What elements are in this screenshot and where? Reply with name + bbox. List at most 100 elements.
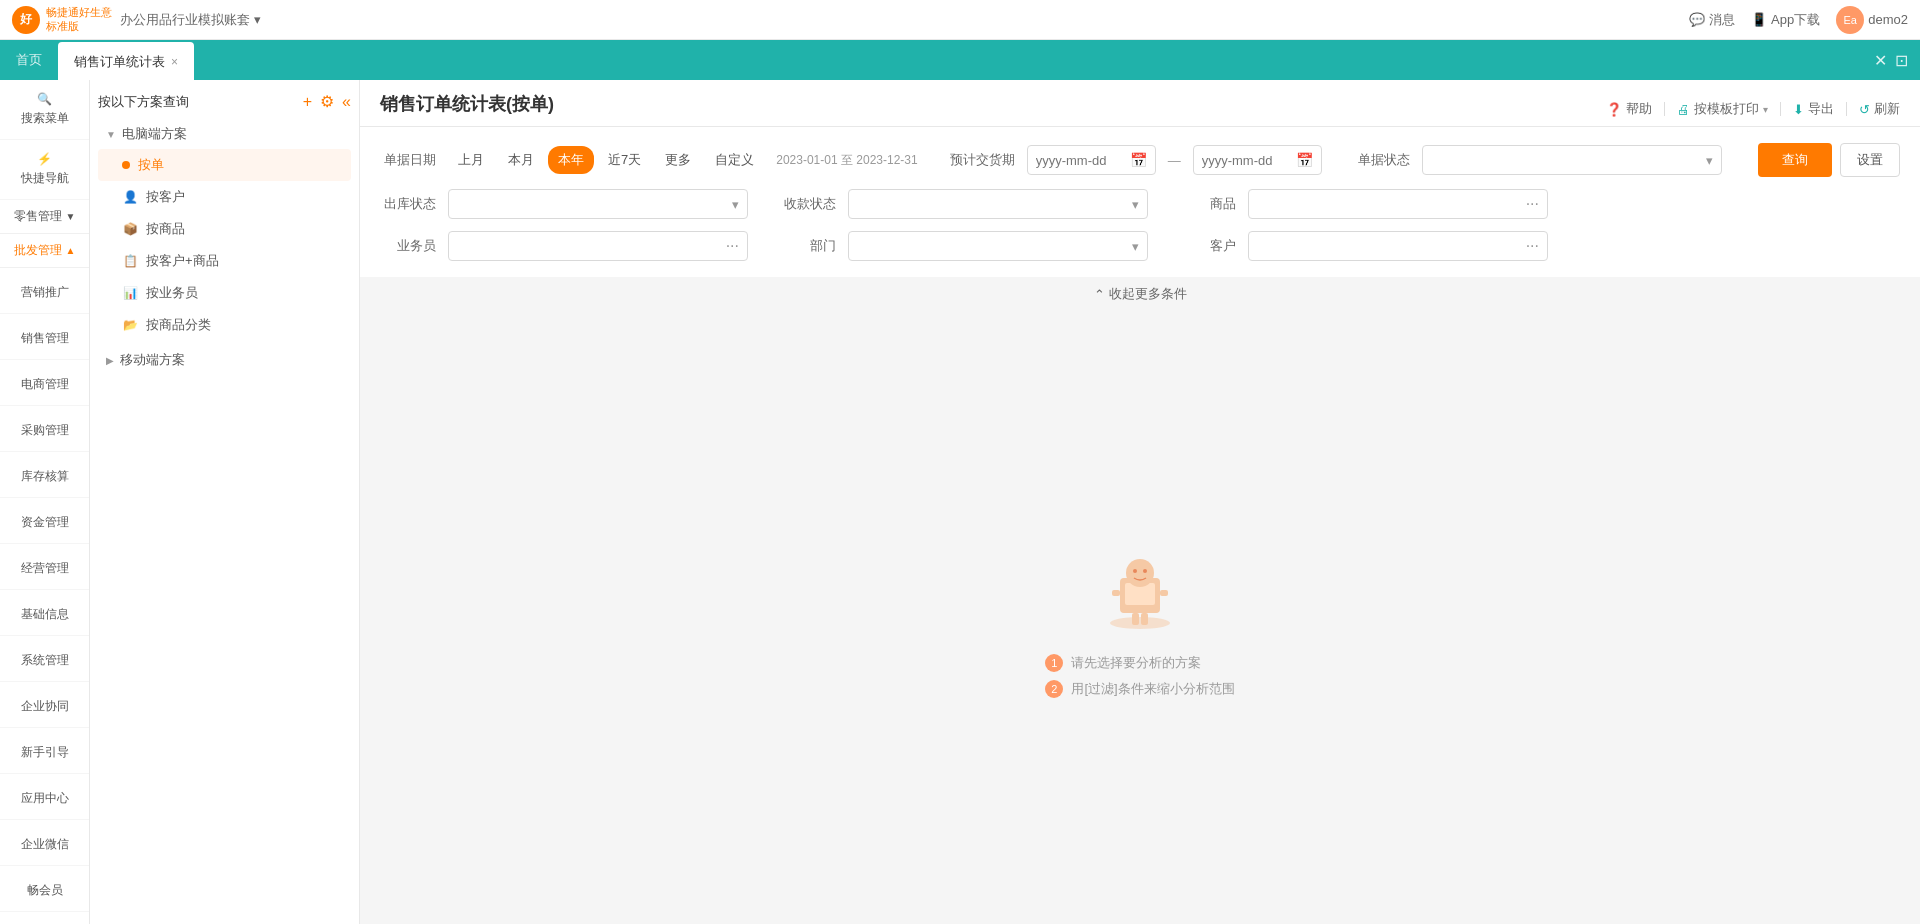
date-btn-prev-month[interactable]: 上月 [448,146,494,174]
svg-point-0 [1110,617,1170,629]
scheme-settings-button[interactable]: ⚙ [320,92,334,111]
sidebar-item-basic[interactable]: 基础信息 [0,590,89,636]
sidebar-item-system[interactable]: 系统管理 [0,636,89,682]
expand-window-button[interactable]: ⊡ [1895,51,1908,70]
sidebar-item-marketing[interactable]: 营销推广 [0,268,89,314]
delivery-date-from[interactable]: 📅 [1027,145,1156,175]
sidebar-item-app-center[interactable]: 应用中心 [0,774,89,820]
shipping-label: 出库状态 [380,195,436,213]
app-selector-label: 办公用品行业模拟账套 [120,11,250,29]
customer-label: 客户 [1180,237,1236,255]
main-content: 销售订单统计表(按单) ❓ 帮助 🖨 按模板打印 ▾ [360,80,1920,924]
sidebar-item-newbie[interactable]: 新手引导 [0,728,89,774]
category-icon: 📂 [122,317,138,333]
refresh-button[interactable]: ↺ 刷新 [1859,100,1900,118]
top-bar: 好 畅捷通好生意 标准版 办公用品行业模拟账套 ▾ 💬 消息 📱 App下载 E… [0,0,1920,40]
collapse-button[interactable]: ⌃ 收起更多条件 [1094,285,1187,303]
page-header: 销售订单统计表(按单) ❓ 帮助 🖨 按模板打印 ▾ [360,80,1920,127]
date-btn-more[interactable]: 更多 [655,146,701,174]
logo-text: 畅捷通好生意 标准版 [46,6,112,32]
payment-select[interactable]: ▾ [848,189,1148,219]
sidebar: 🔍 搜索菜单 ⚡ 快捷导航 零售管理 批发管理 营销推广 销售管理 电商管理 采… [0,80,90,924]
scheme-collapse-button[interactable]: « [342,93,351,111]
sidebar-item-membership[interactable]: 畅会员 [0,866,89,912]
tab-active[interactable]: 销售订单统计表 × [58,42,194,82]
scheme-group-mobile-title[interactable]: ▶ 移动端方案 [98,345,351,375]
date-btn-cur-month[interactable]: 本月 [498,146,544,174]
scheme-item-by-cust-goods[interactable]: 📋 按客户+商品 [98,245,351,277]
app-selector[interactable]: 办公用品行业模拟账套 ▾ [120,11,261,29]
divider-2 [1780,102,1781,116]
status-select[interactable]: ▾ [1422,145,1722,175]
scheme-add-button[interactable]: + [303,93,312,111]
date-buttons-group: 上月 本月 本年 近7天 更多 自定义 [448,146,764,174]
empty-steps: 1 请先选择要分析的方案 2 用[过滤]条件来缩小分析范围 [1045,654,1234,698]
salesman-select[interactable]: ··· [448,231,748,261]
filter-row-1: 单据日期 上月 本月 本年 近7天 更多 自定义 2023-01-01 至 20… [380,143,1900,177]
quick-nav-icon: ⚡ [8,152,81,166]
calendar-to-icon[interactable]: 📅 [1296,152,1313,168]
settings-button[interactable]: 设置 [1840,143,1900,177]
date-label: 单据日期 [380,151,436,169]
step-1-text: 请先选择要分析的方案 [1071,654,1201,672]
salesman-label: 业务员 [380,237,436,255]
pc-group-arrow: ▼ [106,129,116,140]
svg-point-5 [1143,569,1147,573]
sidebar-item-search-menu[interactable]: 🔍 搜索菜单 [0,80,89,140]
goods-dots-icon[interactable]: ··· [1526,195,1539,213]
filter-area: 单据日期 上月 本月 本年 近7天 更多 自定义 2023-01-01 至 20… [360,127,1920,277]
close-window-button[interactable]: ✕ [1874,51,1887,70]
template-print-button[interactable]: 🖨 按模板打印 ▾ [1677,100,1768,118]
delivery-date-to-input[interactable] [1202,153,1292,168]
delivery-date-from-input[interactable] [1036,153,1126,168]
goods-select[interactable]: ··· [1248,189,1548,219]
step-1-number: 1 [1045,654,1063,672]
calendar-from-icon[interactable]: 📅 [1130,152,1147,168]
sidebar-item-inventory[interactable]: 库存核算 [0,452,89,498]
salesman-dots-icon[interactable]: ··· [726,237,739,255]
sidebar-item-purchase[interactable]: 采购管理 [0,406,89,452]
message-button[interactable]: 💬 消息 [1689,11,1735,29]
scheme-item-by-order[interactable]: 按单 [98,149,351,181]
user-info[interactable]: Ea demo2 [1836,6,1908,34]
customer-select[interactable]: ··· [1248,231,1548,261]
collapse-label: 收起更多条件 [1109,285,1187,303]
tab-close-button[interactable]: × [171,55,178,69]
query-button[interactable]: 查询 [1758,143,1832,177]
sidebar-item-wholesale[interactable]: 批发管理 [0,234,89,268]
scheme-item-by-category[interactable]: 📂 按商品分类 [98,309,351,341]
content-area: 按以下方案查询 + ⚙ « ▼ 电脑端方案 按单 👤 [90,80,1920,924]
delivery-date-to[interactable]: 📅 [1193,145,1322,175]
scheme-item-by-customer[interactable]: 👤 按客户 [98,181,351,213]
app-download-button[interactable]: 📱 App下载 [1751,11,1820,29]
shipping-select[interactable]: ▾ [448,189,748,219]
scheme-item-by-salesman[interactable]: 📊 按业务员 [98,277,351,309]
tab-expand-area: ✕ ⊡ [1874,51,1920,70]
scheme-item-by-goods[interactable]: 📦 按商品 [98,213,351,245]
sidebar-item-finance[interactable]: 资金管理 [0,498,89,544]
date-btn-custom[interactable]: 自定义 [705,146,764,174]
date-btn-7days[interactable]: 近7天 [598,146,651,174]
sidebar-item-operation[interactable]: 经营管理 [0,544,89,590]
sidebar-item-enterprise[interactable]: 企业协同 [0,682,89,728]
sidebar-item-ecommerce[interactable]: 电商管理 [0,360,89,406]
export-button[interactable]: ⬇ 导出 [1793,100,1834,118]
logo-icon: 好 [12,6,40,34]
active-indicator [122,161,130,169]
scheme-group-pc-title[interactable]: ▼ 电脑端方案 [98,119,351,149]
sidebar-item-retail[interactable]: 零售管理 [0,200,89,234]
sidebar-item-sales[interactable]: 销售管理 [0,314,89,360]
help-button[interactable]: ❓ 帮助 [1606,100,1652,118]
empty-step-1: 1 请先选择要分析的方案 [1045,654,1234,672]
customer-dots-icon[interactable]: ··· [1526,237,1539,255]
sidebar-item-quick-nav[interactable]: ⚡ 快捷导航 [0,140,89,200]
app-selector-arrow: ▾ [254,12,261,27]
tab-home[interactable]: 首页 [0,40,58,80]
tab-bar: 首页 销售订单统计表 × ✕ ⊡ [0,40,1920,80]
action-buttons: 查询 设置 [1758,143,1900,177]
department-select[interactable]: ▾ [848,231,1148,261]
sidebar-item-wechat[interactable]: 企业微信 [0,820,89,866]
date-btn-cur-year[interactable]: 本年 [548,146,594,174]
search-menu-icon: 🔍 [8,92,81,106]
print-icon: 🖨 [1677,102,1690,117]
